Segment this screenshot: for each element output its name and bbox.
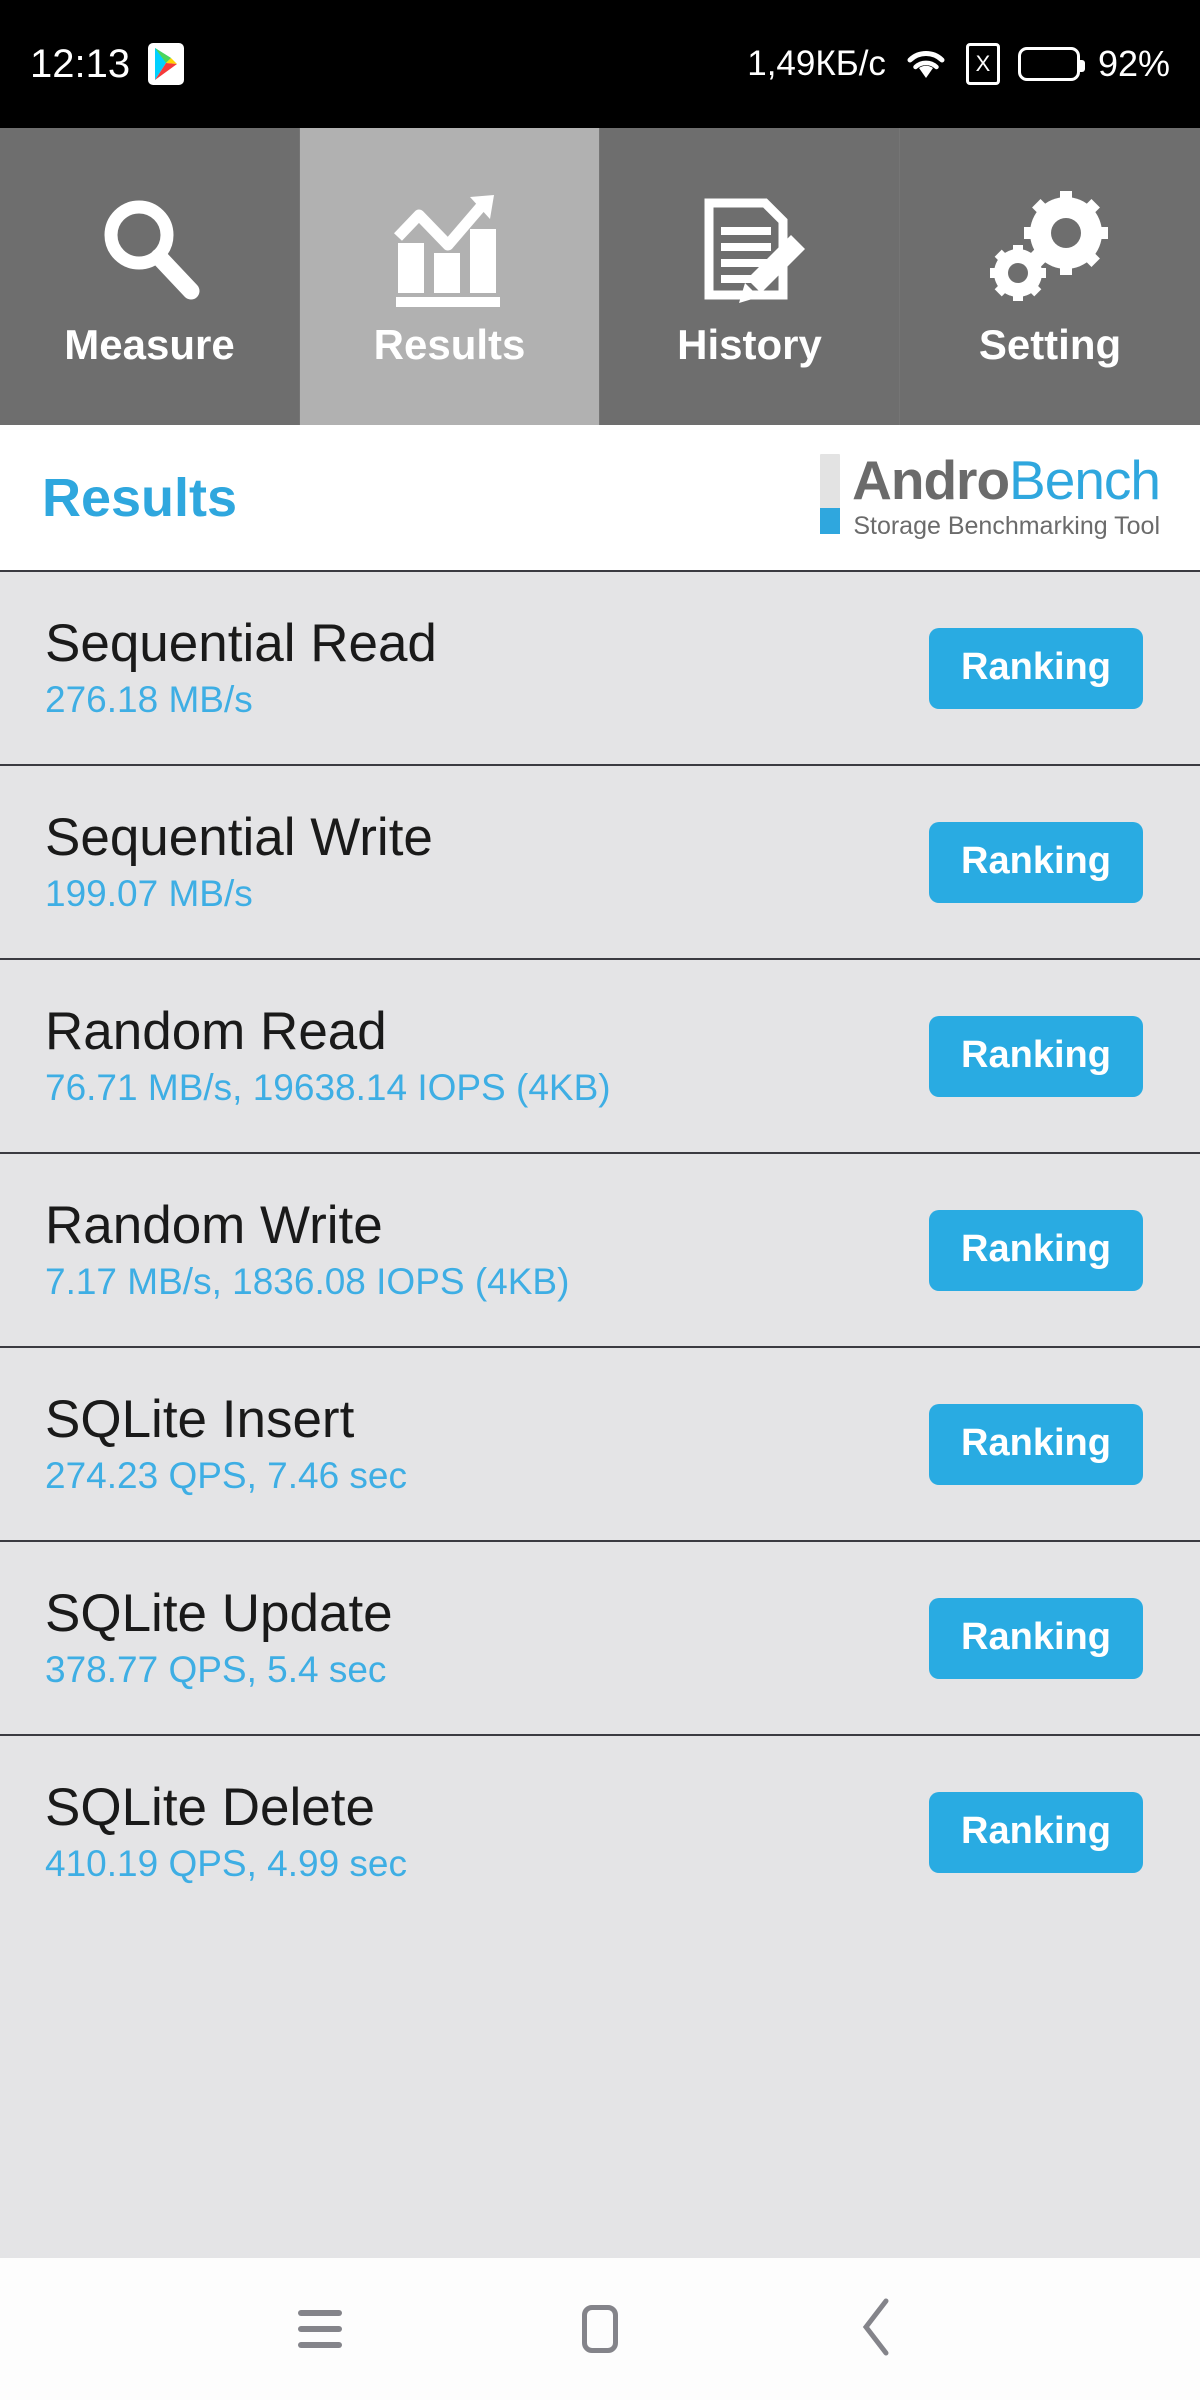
benchmark-name: Random Write — [45, 1195, 383, 1255]
ranking-button[interactable]: Ranking — [929, 627, 1143, 709]
ranking-button[interactable]: Ranking — [929, 1209, 1143, 1291]
ranking-button[interactable]: Ranking — [929, 1791, 1143, 1873]
benchmark-value: 199.07 MB/s — [45, 873, 253, 915]
magnifier-icon — [91, 185, 209, 315]
logo-text: AndroBench Storage Benchmarking Tool — [852, 453, 1161, 540]
table-row[interactable]: SQLite Delete 410.19 QPS, 4.99 sec Ranki… — [0, 1734, 1200, 1928]
table-row[interactable]: Sequential Read 276.18 MB/s Ranking — [0, 570, 1200, 764]
ranking-button[interactable]: Ranking — [929, 1015, 1143, 1097]
benchmark-name: SQLite Insert — [45, 1389, 355, 1449]
row-text: Sequential Write 199.07 MB/s — [45, 810, 433, 914]
status-bar: 12:13 1,49КБ/с X 92% — [0, 0, 1200, 128]
home-square-icon — [582, 2305, 618, 2353]
table-row[interactable]: SQLite Update 378.77 QPS, 5.4 sec Rankin… — [0, 1540, 1200, 1734]
row-text: SQLite Delete 410.19 QPS, 4.99 sec — [45, 1780, 407, 1884]
benchmark-value: 274.23 QPS, 7.46 sec — [45, 1455, 408, 1497]
results-list: Sequential Read 276.18 MB/s Ranking Sequ… — [0, 570, 1200, 2258]
logo-bar-fill — [820, 507, 841, 535]
tab-history[interactable]: History — [600, 128, 900, 425]
row-text: SQLite Update 378.77 QPS, 5.4 sec — [45, 1586, 393, 1690]
battery-icon — [1017, 47, 1085, 81]
logo-andro: Andro — [852, 449, 1010, 512]
phone-screen: 12:13 1,49КБ/с X 92% Measure Results His… — [0, 0, 1200, 2400]
tab-setting[interactable]: Setting — [900, 128, 1200, 425]
benchmark-name: Sequential Read — [45, 613, 437, 673]
document-pencil-icon — [691, 185, 809, 315]
tab-bar: Measure Results History Setting — [0, 128, 1200, 425]
play-store-icon — [148, 43, 185, 85]
wifi-icon — [904, 44, 948, 85]
gears-icon — [988, 185, 1112, 315]
logo-bench: Bench — [1009, 449, 1161, 512]
chevron-left-icon — [858, 2297, 902, 2362]
network-speed-label: 1,49КБ/с — [747, 44, 886, 83]
row-text: Random Write 7.17 MB/s, 1836.08 IOPS (4K… — [45, 1198, 569, 1302]
sim-card-x-icon: X — [965, 43, 1000, 85]
logo-wordmark: AndroBench — [852, 453, 1161, 508]
page-title: Results — [42, 467, 238, 528]
recents-button[interactable] — [260, 2269, 380, 2389]
benchmark-name: SQLite Delete — [45, 1777, 375, 1837]
sim-x-glyph: X — [975, 51, 991, 76]
tab-setting-label: Setting — [978, 320, 1122, 368]
benchmark-value: 276.18 MB/s — [45, 679, 253, 721]
table-row[interactable]: Random Read 76.71 MB/s, 19638.14 IOPS (4… — [0, 958, 1200, 1152]
androbench-logo: AndroBench Storage Benchmarking Tool — [820, 453, 1161, 540]
back-button[interactable] — [820, 2269, 940, 2389]
home-button[interactable] — [540, 2269, 660, 2389]
benchmark-value: 378.77 QPS, 5.4 sec — [45, 1649, 387, 1691]
status-icons: 1,49КБ/с X 92% — [747, 43, 1170, 85]
table-row[interactable]: Random Write 7.17 MB/s, 1836.08 IOPS (4K… — [0, 1152, 1200, 1346]
table-row[interactable]: Sequential Write 199.07 MB/s Ranking — [0, 764, 1200, 958]
benchmark-name: SQLite Update — [45, 1583, 393, 1643]
bar-chart-arrow-icon — [390, 185, 510, 315]
ranking-button[interactable]: Ranking — [929, 1403, 1143, 1485]
battery-percent-label: 92% — [1097, 43, 1170, 84]
tab-results-label: Results — [373, 320, 526, 368]
benchmark-value: 76.71 MB/s, 19638.14 IOPS (4KB) — [45, 1067, 611, 1109]
tab-results[interactable]: Results — [300, 128, 600, 425]
benchmark-name: Random Read — [45, 1001, 387, 1061]
menu-lines-icon — [298, 2310, 342, 2348]
ranking-button[interactable]: Ranking — [929, 1597, 1143, 1679]
row-text: Sequential Read 276.18 MB/s — [45, 616, 437, 720]
benchmark-name: Sequential Write — [45, 807, 433, 867]
system-nav-bar — [0, 2258, 1200, 2400]
tab-history-label: History — [677, 320, 822, 368]
benchmark-value: 410.19 QPS, 4.99 sec — [45, 1843, 408, 1885]
status-clock: 12:13 — [30, 41, 131, 86]
table-row[interactable]: SQLite Insert 274.23 QPS, 7.46 sec Ranki… — [0, 1346, 1200, 1540]
row-text: Random Read 76.71 MB/s, 19638.14 IOPS (4… — [45, 1004, 611, 1108]
androbench-logo-bar — [820, 454, 841, 535]
tab-measure[interactable]: Measure — [0, 128, 300, 425]
row-text: SQLite Insert 274.23 QPS, 7.46 sec — [45, 1392, 407, 1496]
page-header: Results AndroBench Storage Benchmarking … — [0, 425, 1200, 570]
benchmark-value: 7.17 MB/s, 1836.08 IOPS (4KB) — [45, 1261, 570, 1303]
ranking-button[interactable]: Ranking — [929, 821, 1143, 903]
logo-subtitle: Storage Benchmarking Tool — [853, 511, 1160, 540]
tab-measure-label: Measure — [64, 320, 235, 368]
